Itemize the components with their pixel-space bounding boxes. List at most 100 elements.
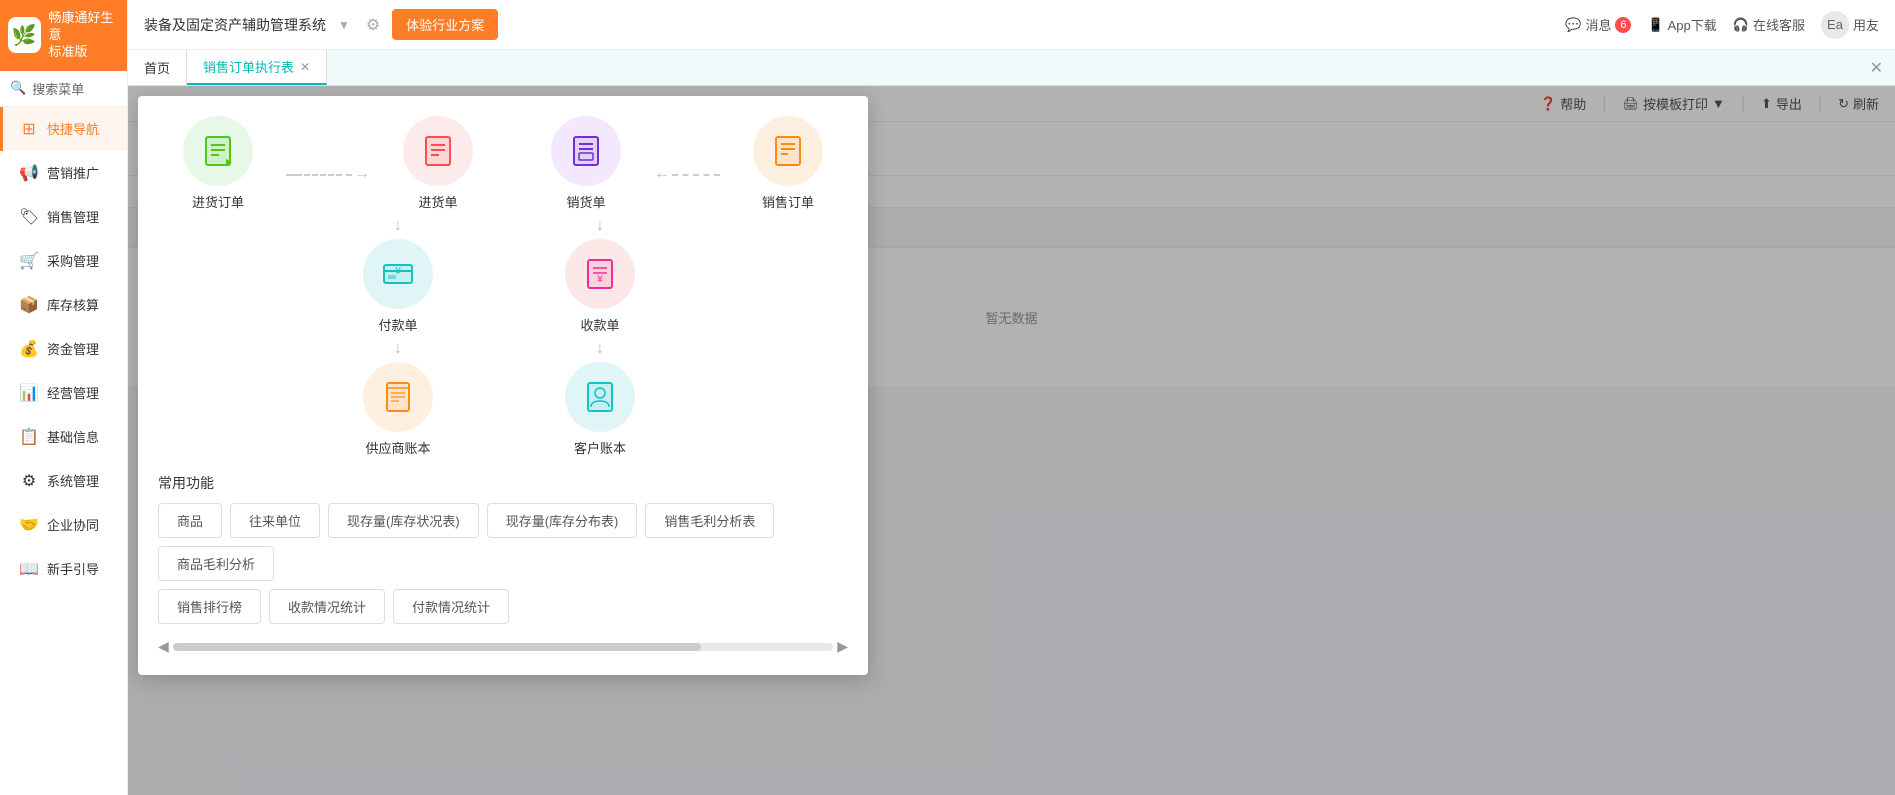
- app-download-button[interactable]: 📱 App下载: [1647, 15, 1716, 34]
- scrollbar-thumb: [173, 643, 701, 651]
- sidebar-item-label: 库存核算: [47, 295, 99, 314]
- sales-bill-label: 销货单: [566, 192, 605, 211]
- sidebar-item-purchase[interactable]: 🛒 采购管理: [0, 239, 127, 283]
- flow-item-supplier-ledger[interactable]: 供应商账本: [338, 362, 458, 457]
- receipt-label: 收款单: [580, 315, 619, 334]
- sales-order-label: 销售订单: [762, 192, 814, 211]
- sidebar-item-basic[interactable]: 📋 基础信息: [0, 415, 127, 459]
- cf-btn-stock-status[interactable]: 现存量(库存状况表): [328, 503, 479, 538]
- quick-nav-icon: ⊞: [19, 119, 39, 139]
- sidebar-search[interactable]: 🔍 搜索菜单: [0, 71, 127, 107]
- sidebar-item-inventory[interactable]: 📦 库存核算: [0, 283, 127, 327]
- modal-dialog: 进货订单 →: [138, 96, 868, 675]
- logo-icon: 🌿: [8, 17, 41, 53]
- flow-item-payment[interactable]: ¥ 付款单: [338, 239, 458, 334]
- sidebar-item-system[interactable]: ⚙ 系统管理: [0, 459, 127, 503]
- sidebar-item-enterprise[interactable]: 🤝 企业协同: [0, 503, 127, 547]
- service-icon: 🎧: [1733, 17, 1749, 33]
- tabs-close-all-button[interactable]: ✕: [1858, 50, 1895, 85]
- purchase-bill-circle: [403, 116, 473, 186]
- sidebar-item-label: 新手引导: [47, 559, 99, 578]
- finance-icon: 💰: [19, 339, 39, 359]
- basic-icon: 📋: [19, 427, 39, 447]
- header-settings-icon[interactable]: ⚙: [366, 15, 380, 35]
- cf-btn-stock-dist[interactable]: 现存量(库存分布表): [487, 503, 638, 538]
- sidebar-item-label: 采购管理: [47, 251, 99, 270]
- main-content: ❓ 帮助 | 🖨 按模板打印 ▼ | ⬆ 导出 | ↻ 刷新 📅 — 📅: [128, 86, 1895, 795]
- sidebar-item-label: 经营管理: [47, 383, 99, 402]
- tab-close-icon[interactable]: ✕: [300, 60, 310, 74]
- payment-circle: ¥: [363, 239, 433, 309]
- scroll-right-arrow[interactable]: ▶: [837, 638, 848, 655]
- message-icon: 💬: [1565, 17, 1581, 33]
- supplier-ledger-circle: [363, 362, 433, 432]
- common-functions-buttons-2: 销售排行榜 收款情况统计 付款情况统计: [158, 589, 848, 624]
- flow-item-sales-order[interactable]: 销售订单: [728, 116, 848, 211]
- cf-btn-receipt-stats[interactable]: 收款情况统计: [269, 589, 385, 624]
- operations-icon: 📊: [19, 383, 39, 403]
- purchase-icon: 🛒: [19, 251, 39, 271]
- scroll-left-arrow[interactable]: ◀: [158, 638, 169, 655]
- online-service-button[interactable]: 🎧 在线客服: [1733, 15, 1805, 34]
- svg-text:¥: ¥: [394, 266, 401, 277]
- common-functions-section: 常用功能 商品 往来单位 现存量(库存状况表) 现存量(库存分布表) 销售毛利分…: [158, 473, 848, 624]
- sales-order-circle: [753, 116, 823, 186]
- sidebar-item-label: 基础信息: [47, 427, 99, 446]
- header-title: 装备及固定资产辅助管理系统: [144, 15, 326, 35]
- sidebar-logo[interactable]: 🌿 畅康通好生意 标准版: [0, 0, 127, 71]
- flow-item-customer-ledger[interactable]: 客户账本: [540, 362, 660, 457]
- tab-sales-order-exec[interactable]: 销售订单执行表 ✕: [187, 50, 327, 85]
- header-dropdown-icon[interactable]: ▼: [338, 18, 350, 32]
- payment-label: 付款单: [378, 315, 417, 334]
- sidebar-item-label: 快捷导航: [47, 119, 99, 138]
- user-menu[interactable]: Ea 用友: [1821, 11, 1879, 39]
- tab-home-label: 首页: [144, 58, 170, 77]
- flow-item-receipt[interactable]: ¥ 收款单: [540, 239, 660, 334]
- tab-home[interactable]: 首页: [128, 50, 187, 85]
- enterprise-icon: 🤝: [19, 515, 39, 535]
- sidebar-item-label: 系统管理: [47, 471, 99, 490]
- sales-icon: 🏷: [19, 207, 39, 227]
- app-icon: 📱: [1647, 17, 1663, 33]
- sidebar-item-finance[interactable]: 💰 资金管理: [0, 327, 127, 371]
- scrollbar-track[interactable]: [173, 643, 833, 651]
- sidebar-item-operations[interactable]: 📊 经营管理: [0, 371, 127, 415]
- header-right: 💬 消息 6 📱 App下载 🎧 在线客服 Ea 用友: [1565, 11, 1879, 39]
- marketing-icon: 📢: [19, 163, 39, 183]
- common-functions-buttons: 商品 往来单位 现存量(库存状况表) 现存量(库存分布表) 销售毛利分析表 商品…: [158, 503, 848, 581]
- svg-text:¥: ¥: [596, 274, 603, 285]
- purchase-order-circle: [183, 116, 253, 186]
- sidebar-item-quick-nav[interactable]: ⊞ 快捷导航: [0, 107, 127, 151]
- cf-btn-goods-margin[interactable]: 商品毛利分析: [158, 546, 274, 581]
- search-icon: 🔍: [10, 80, 26, 96]
- sidebar-item-label: 资金管理: [47, 339, 99, 358]
- message-badge: 6: [1615, 17, 1631, 33]
- sidebar: 🌿 畅康通好生意 标准版 🔍 搜索菜单 ⊞ 快捷导航 📢 营销推广 🏷 销售管理…: [0, 0, 128, 795]
- modal-scrollbar: ◀ ▶: [158, 638, 848, 655]
- flow-item-purchase-order[interactable]: 进货订单: [158, 116, 278, 211]
- flow-item-purchase-bill[interactable]: 进货单: [378, 116, 498, 211]
- sidebar-item-sales[interactable]: 🏷 销售管理: [0, 195, 127, 239]
- cf-btn-payment-stats[interactable]: 付款情况统计: [393, 589, 509, 624]
- sidebar-nav: ⊞ 快捷导航 📢 营销推广 🏷 销售管理 🛒 采购管理 📦 库存核算 💰 资金管…: [0, 107, 127, 795]
- flow-item-sales-bill[interactable]: 销货单: [526, 116, 646, 211]
- sales-bill-circle: [551, 116, 621, 186]
- supplier-ledger-label: 供应商账本: [365, 438, 430, 457]
- cf-btn-sales-margin[interactable]: 销售毛利分析表: [645, 503, 774, 538]
- search-label: 搜索菜单: [32, 79, 84, 98]
- receipt-circle: ¥: [565, 239, 635, 309]
- guide-icon: 📖: [19, 559, 39, 579]
- user-avatar: Ea: [1821, 11, 1849, 39]
- header: 装备及固定资产辅助管理系统 ▼ ⚙ 体验行业方案 💬 消息 6 📱 App下载 …: [128, 0, 1895, 50]
- cf-btn-goods[interactable]: 商品: [158, 503, 222, 538]
- sidebar-item-label: 企业协同: [47, 515, 99, 534]
- cf-btn-contact[interactable]: 往来单位: [230, 503, 320, 538]
- cf-btn-sales-rank[interactable]: 销售排行榜: [158, 589, 261, 624]
- message-button[interactable]: 💬 消息 6: [1565, 15, 1631, 34]
- logo-text: 畅康通好生意 标准版: [49, 10, 119, 61]
- purchase-order-label: 进货订单: [192, 192, 244, 211]
- sidebar-item-guide[interactable]: 📖 新手引导: [0, 547, 127, 591]
- sidebar-item-marketing[interactable]: 📢 营销推广: [0, 151, 127, 195]
- system-icon: ⚙: [19, 471, 39, 491]
- trial-button[interactable]: 体验行业方案: [392, 9, 498, 40]
